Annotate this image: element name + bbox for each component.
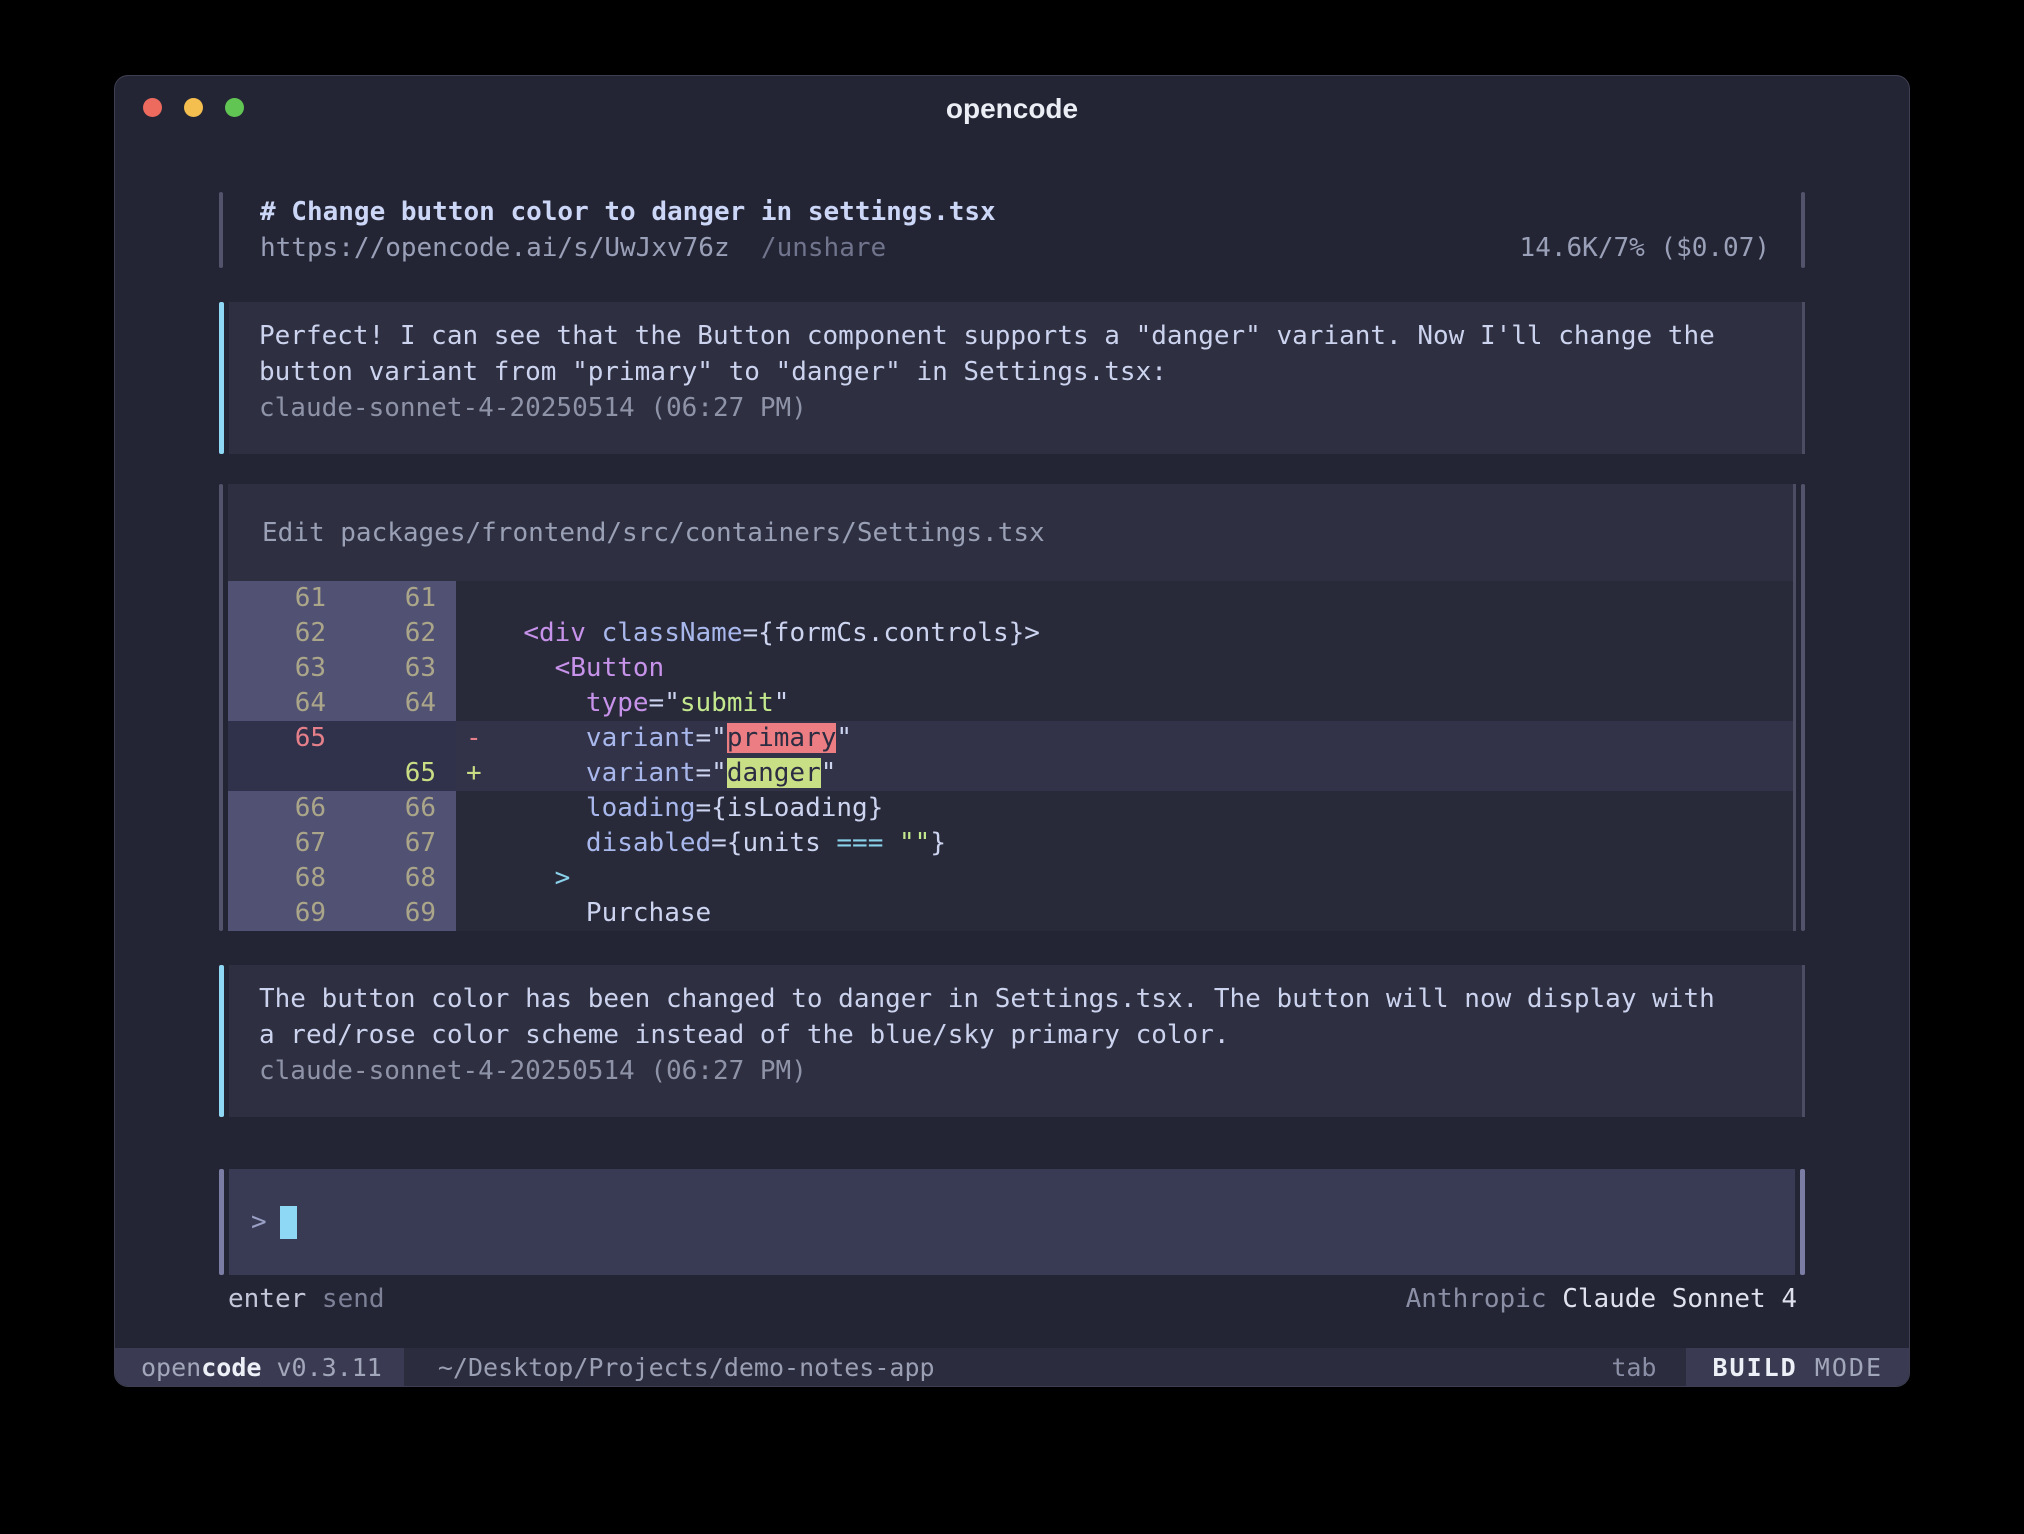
session-title: # Change button color to danger in setti… xyxy=(260,194,1770,230)
input-right-edge xyxy=(1800,1169,1805,1275)
code-line xyxy=(492,581,1793,616)
message-text-line: The button color has been changed to dan… xyxy=(259,981,1774,1017)
code-line: type="submit" xyxy=(492,686,1793,721)
new-line-number xyxy=(326,721,436,756)
diff-row: 65 - variant="primary" xyxy=(228,721,1793,756)
old-line-number: 67 xyxy=(228,826,326,861)
working-directory: ~/Desktop/Projects/demo-notes-app xyxy=(438,1348,935,1386)
diff-marker xyxy=(456,826,492,861)
diff-marker xyxy=(456,686,492,721)
prompt-input-row: > xyxy=(219,1169,1805,1275)
diff-row: 6767 disabled={units === ""} xyxy=(228,826,1793,861)
message-model-timestamp: claude-sonnet-4-20250514 (06:27 PM) xyxy=(259,1053,1774,1089)
line-number-gutter: 65 xyxy=(228,756,456,791)
edit-file-path: Edit packages/frontend/src/containers/Se… xyxy=(228,484,1793,581)
diff-marker xyxy=(456,581,492,616)
message-text-line: Perfect! I can see that the Button compo… xyxy=(259,318,1774,354)
app-version-badge: opencode v0.3.11 xyxy=(115,1348,404,1386)
message-model-timestamp: claude-sonnet-4-20250514 (06:27 PM) xyxy=(259,390,1774,426)
model-indicator: Anthropic Claude Sonnet 4 xyxy=(1406,1281,1797,1317)
code-line: <div className={formCs.controls}> xyxy=(492,616,1793,651)
new-line-number: 65 xyxy=(326,756,436,791)
new-line-number: 67 xyxy=(326,826,436,861)
enter-hint: enter send xyxy=(228,1281,385,1317)
old-line-number: 61 xyxy=(228,581,326,616)
code-line: loading={isLoading} xyxy=(492,791,1793,826)
diff-view: 61616262 <div className={formCs.controls… xyxy=(228,581,1793,931)
code-line: > xyxy=(492,861,1793,896)
diff-marker xyxy=(456,791,492,826)
diff-marker xyxy=(456,861,492,896)
message-text-line: button variant from "primary" to "danger… xyxy=(259,354,1774,390)
diff-marker xyxy=(456,896,492,931)
code-line: <Button xyxy=(492,651,1793,686)
new-line-number: 62 xyxy=(326,616,436,651)
old-line-number xyxy=(228,756,326,791)
code-line: variant="primary" xyxy=(492,721,1793,756)
old-line-number: 66 xyxy=(228,791,326,826)
session-header: # Change button color to danger in setti… xyxy=(219,192,1805,268)
line-number-gutter: 6666 xyxy=(228,791,456,826)
code-line: variant="danger" xyxy=(492,756,1793,791)
old-line-number: 69 xyxy=(228,896,326,931)
zoom-window-button[interactable] xyxy=(225,98,244,117)
text-cursor xyxy=(280,1206,297,1239)
diff-row: 6161 xyxy=(228,581,1793,616)
mode-badge[interactable]: BUILD MODE xyxy=(1686,1348,1909,1386)
line-number-gutter: 6262 xyxy=(228,616,456,651)
new-line-number: 64 xyxy=(326,686,436,721)
assistant-message-2: The button color has been changed to dan… xyxy=(219,965,1805,1117)
old-line-number: 62 xyxy=(228,616,326,651)
share-url-line: https://opencode.ai/s/UwJxv76z /unshare xyxy=(260,230,886,266)
old-line-number: 68 xyxy=(228,861,326,896)
old-line-number: 65 xyxy=(228,721,326,756)
app-window: opencode # Change button color to danger… xyxy=(114,75,1910,1387)
line-number-gutter: 6161 xyxy=(228,581,456,616)
window-title: opencode xyxy=(946,93,1078,125)
new-line-number: 63 xyxy=(326,651,436,686)
diff-row: 6868 > xyxy=(228,861,1793,896)
old-line-number: 64 xyxy=(228,686,326,721)
new-line-number: 66 xyxy=(326,791,436,826)
titlebar: opencode xyxy=(115,76,1909,142)
tab-key-hint[interactable]: tab xyxy=(1611,1348,1656,1386)
line-number-gutter: 6464 xyxy=(228,686,456,721)
diff-row: 6666 loading={isLoading} xyxy=(228,791,1793,826)
diff-row: 6969 Purchase xyxy=(228,896,1793,931)
unshare-command: /unshare xyxy=(761,233,886,263)
diff-row: 6363 <Button xyxy=(228,651,1793,686)
code-line: disabled={units === ""} xyxy=(492,826,1793,861)
share-url: https://opencode.ai/s/UwJxv76z xyxy=(260,233,730,263)
diff-marker: + xyxy=(456,756,492,791)
minimize-window-button[interactable] xyxy=(184,98,203,117)
token-usage-stats: 14.6K/7% ($0.07) xyxy=(1520,230,1770,266)
old-line-number: 63 xyxy=(228,651,326,686)
new-line-number: 69 xyxy=(326,896,436,931)
diff-row: 6464 type="submit" xyxy=(228,686,1793,721)
line-number-gutter: 65 xyxy=(228,721,456,756)
diff-marker xyxy=(456,651,492,686)
edit-tool-block: Edit packages/frontend/src/containers/Se… xyxy=(219,484,1805,931)
code-line: Purchase xyxy=(492,896,1793,931)
new-line-number: 61 xyxy=(326,581,436,616)
line-number-gutter: 6363 xyxy=(228,651,456,686)
close-window-button[interactable] xyxy=(143,98,162,117)
header-right-edge xyxy=(1801,192,1805,268)
traffic-lights xyxy=(143,98,244,117)
diff-row: 6262 <div className={formCs.controls}> xyxy=(228,616,1793,651)
line-number-gutter: 6868 xyxy=(228,861,456,896)
assistant-message-1: Perfect! I can see that the Button compo… xyxy=(219,302,1805,454)
new-line-number: 68 xyxy=(326,861,436,896)
help-row: enter send Anthropic Claude Sonnet 4 xyxy=(219,1281,1805,1317)
prompt-input[interactable]: > xyxy=(229,1169,1795,1275)
diff-marker xyxy=(456,616,492,651)
diff-marker: - xyxy=(456,721,492,756)
status-bar: opencode v0.3.11 ~/Desktop/Projects/demo… xyxy=(115,1348,1909,1386)
prompt-symbol: > xyxy=(251,1207,267,1237)
message-text-line: a red/rose color scheme instead of the b… xyxy=(259,1017,1774,1053)
line-number-gutter: 6767 xyxy=(228,826,456,861)
edit-right-edge xyxy=(1801,484,1805,931)
diff-row: 65 + variant="danger" xyxy=(228,756,1793,791)
line-number-gutter: 6969 xyxy=(228,896,456,931)
